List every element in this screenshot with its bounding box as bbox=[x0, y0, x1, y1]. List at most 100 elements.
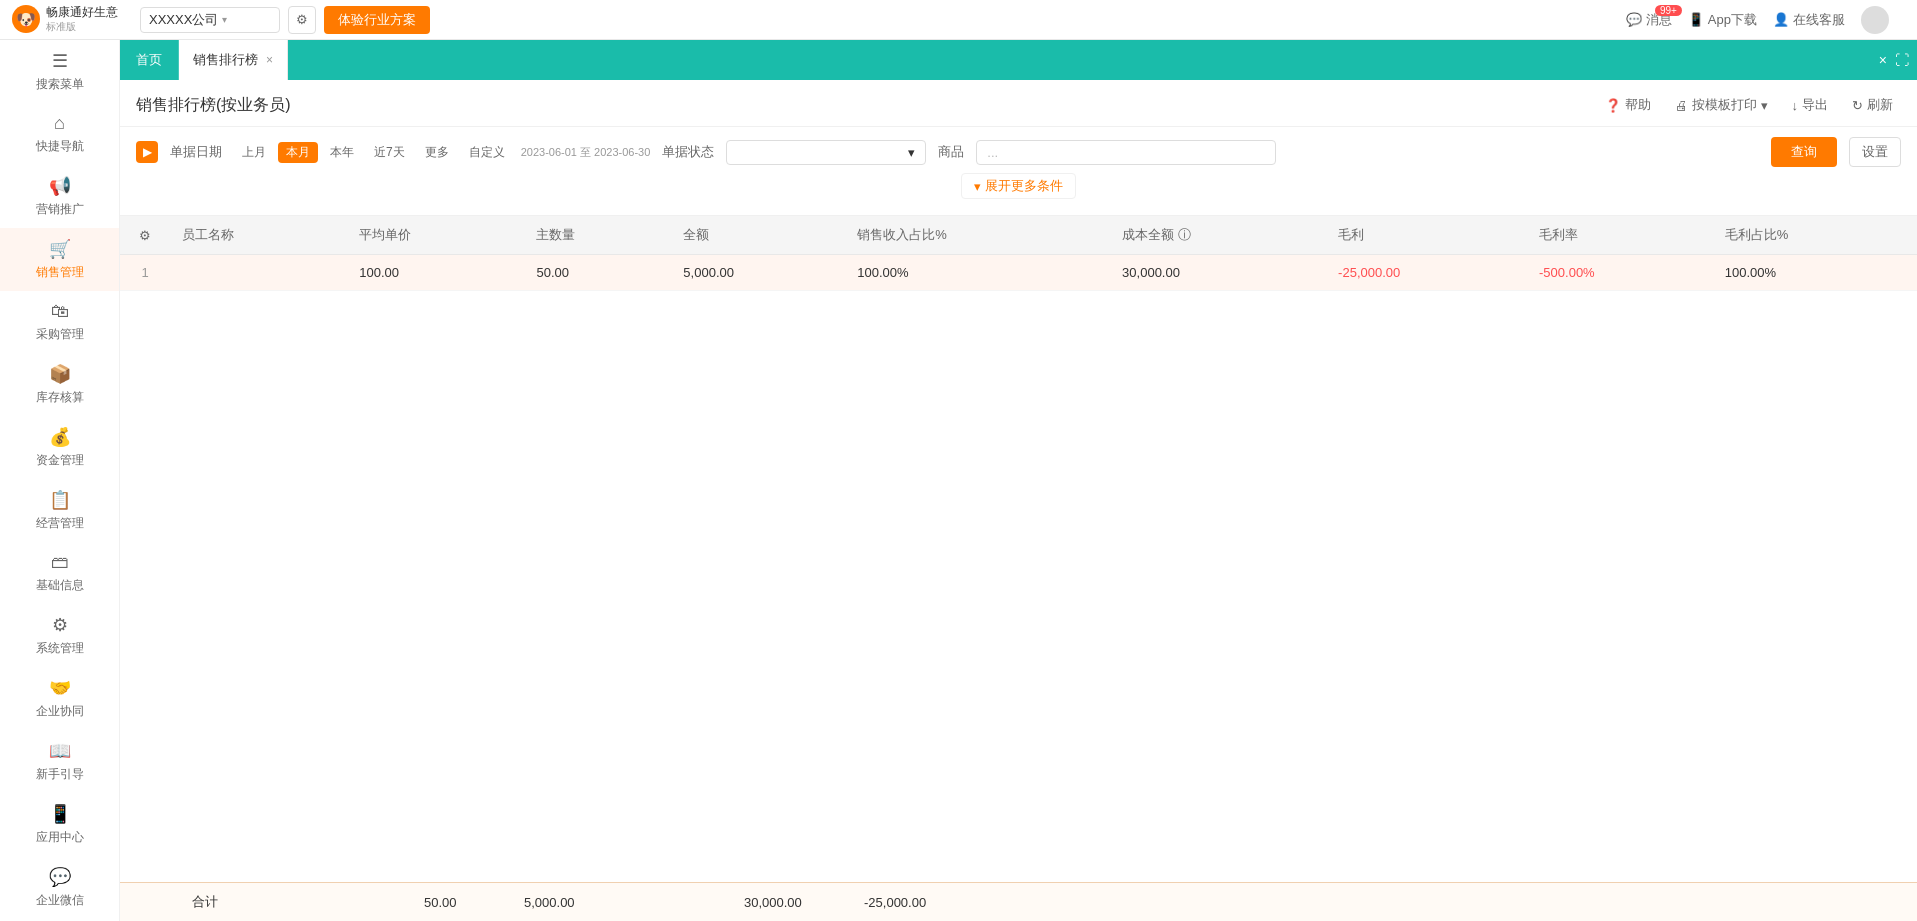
message-icon: 💬 bbox=[1626, 12, 1642, 27]
footer-spacer bbox=[632, 895, 732, 910]
sidebar-item-system[interactable]: ⚙ 系统管理 bbox=[0, 604, 119, 667]
date-tab-last-month[interactable]: 上月 bbox=[234, 142, 274, 163]
table-footer: 合计 50.00 5,000.00 30,000.00 -25,000.00 bbox=[120, 882, 1917, 921]
tab-home[interactable]: 首页 bbox=[120, 40, 179, 80]
main-content: 首页 销售排行榜 × × ⛶ 销售排行榜(按业务员) ❓ 帮助 🖨 按模 bbox=[120, 40, 1917, 921]
filter-row: ▶ 单据日期 上月 本月 本年 近7天 更多 自定义 2023-06-01 至 … bbox=[136, 137, 1901, 167]
sales-icon: 🛒 bbox=[49, 238, 71, 260]
footer-gross: -25,000.00 bbox=[852, 895, 938, 910]
logo-line1: 畅康通好生意 bbox=[46, 5, 118, 19]
collab-icon: 🤝 bbox=[49, 677, 71, 699]
sidebar-label-marketing: 营销推广 bbox=[36, 201, 84, 218]
company-selector[interactable]: XXXXX公司 ▾ bbox=[140, 7, 280, 33]
date-tab-7days[interactable]: 近7天 bbox=[366, 142, 413, 163]
sidebar-item-purchase[interactable]: 🛍 采购管理 bbox=[0, 291, 119, 353]
tab-home-label: 首页 bbox=[136, 51, 162, 69]
logo-icon: 🐶 bbox=[12, 5, 40, 33]
footer-cost: 30,000.00 bbox=[732, 895, 852, 910]
th-cost: 成本全额 ⓘ bbox=[1110, 216, 1326, 255]
print-button[interactable]: 🖨 按模板打印 ▾ bbox=[1667, 92, 1776, 118]
online-service-label: 在线客服 bbox=[1793, 11, 1845, 29]
company-name: XXXXX公司 bbox=[149, 11, 218, 29]
settings-icon-btn[interactable]: ⚙ bbox=[288, 6, 316, 34]
online-service-button[interactable]: 👤 在线客服 bbox=[1773, 11, 1845, 29]
sidebar-label-wechat: 企业微信 bbox=[36, 892, 84, 909]
th-settings[interactable]: ⚙ bbox=[120, 216, 170, 255]
logo-line2: 标准版 bbox=[46, 20, 118, 34]
td-gross-rate: -500.00% bbox=[1527, 255, 1713, 291]
date-tab-this-year[interactable]: 本年 bbox=[322, 142, 362, 163]
basics-icon: 🗃 bbox=[51, 552, 69, 573]
inventory-icon: 📦 bbox=[49, 363, 71, 385]
print-label: 按模板打印 bbox=[1692, 96, 1757, 114]
th-gross: 毛利 bbox=[1326, 216, 1527, 255]
message-badge: 99+ bbox=[1655, 5, 1682, 16]
export-icon: ↓ bbox=[1792, 98, 1799, 113]
message-button[interactable]: 💬 消息 99+ bbox=[1626, 11, 1672, 29]
date-tab-this-month[interactable]: 本月 bbox=[278, 142, 318, 163]
td-amount: 5,000.00 bbox=[671, 255, 845, 291]
filter-area: ▶ 单据日期 上月 本月 本年 近7天 更多 自定义 2023-06-01 至 … bbox=[120, 127, 1917, 216]
sidebar-label-guide: 新手引导 bbox=[36, 766, 84, 783]
td-avg-price: 100.00 bbox=[347, 255, 524, 291]
help-button[interactable]: ❓ 帮助 bbox=[1597, 92, 1659, 118]
sidebar-item-operations[interactable]: 📋 经营管理 bbox=[0, 479, 119, 542]
export-label: 导出 bbox=[1802, 96, 1828, 114]
window-max-icon[interactable]: ⛶ bbox=[1895, 52, 1909, 68]
td-employee bbox=[170, 255, 347, 291]
system-icon: ⚙ bbox=[52, 614, 68, 636]
sidebar-label-search: 搜索菜单 bbox=[36, 76, 84, 93]
print-chevron-icon: ▾ bbox=[1761, 98, 1768, 113]
sidebar-item-nav[interactable]: ⌂ 快捷导航 bbox=[0, 103, 119, 165]
app-download-button[interactable]: 📱 App下载 bbox=[1688, 11, 1757, 29]
date-filter-label: 单据日期 bbox=[170, 143, 222, 161]
operations-icon: 📋 bbox=[49, 489, 71, 511]
sidebar-item-inventory[interactable]: 📦 库存核算 bbox=[0, 353, 119, 416]
tab-sales-ranking[interactable]: 销售排行榜 × bbox=[179, 40, 288, 80]
th-gross-pct: 毛利占比% bbox=[1713, 216, 1917, 255]
goods-placeholder: ... bbox=[987, 145, 998, 160]
goods-filter-label: 商品 bbox=[938, 143, 964, 161]
service-icon: 👤 bbox=[1773, 12, 1789, 27]
refresh-label: 刷新 bbox=[1867, 96, 1893, 114]
th-revenue-pct: 销售收入占比% bbox=[845, 216, 1110, 255]
expand-filter-button[interactable]: ▶ bbox=[136, 141, 158, 163]
td-cost: 30,000.00 bbox=[1110, 255, 1326, 291]
status-select[interactable]: ▾ bbox=[726, 140, 926, 165]
sidebar-item-search[interactable]: ☰ 搜索菜单 bbox=[0, 40, 119, 103]
sidebar-item-basics[interactable]: 🗃 基础信息 bbox=[0, 542, 119, 604]
th-qty: 主数量 bbox=[524, 216, 671, 255]
export-button[interactable]: ↓ 导出 bbox=[1784, 92, 1837, 118]
footer-cols: 50.00 5,000.00 30,000.00 -25,000.00 bbox=[412, 895, 1905, 910]
table-header: ⚙ 员工名称 平均单价 主数量 全额 bbox=[120, 216, 1917, 255]
date-tab-more[interactable]: 更多 bbox=[417, 142, 457, 163]
sidebar-item-apps[interactable]: 📱 应用中心 bbox=[0, 793, 119, 856]
footer-label: 合计 bbox=[132, 893, 412, 911]
date-tab-custom[interactable]: 自定义 bbox=[461, 142, 513, 163]
refresh-button[interactable]: ↻ 刷新 bbox=[1844, 92, 1901, 118]
goods-select[interactable]: ... bbox=[976, 140, 1276, 165]
sidebar-label-system: 系统管理 bbox=[36, 640, 84, 657]
sidebar-item-sales[interactable]: 🛒 销售管理 bbox=[0, 228, 119, 291]
page-header: 销售排行榜(按业务员) ❓ 帮助 🖨 按模板打印 ▾ ↓ 导出 ↻ 刷新 bbox=[120, 80, 1917, 127]
settings-filter-button[interactable]: 设置 bbox=[1849, 137, 1901, 167]
query-button[interactable]: 查询 bbox=[1771, 137, 1837, 167]
date-tabs: 上月 本月 本年 近7天 更多 自定义 2023-06-01 至 2023-06… bbox=[234, 142, 650, 163]
tab-close-icon[interactable]: × bbox=[266, 53, 273, 67]
avatar[interactable] bbox=[1861, 6, 1889, 34]
sidebar-item-finance[interactable]: 💰 资金管理 bbox=[0, 416, 119, 479]
sidebar-item-guide[interactable]: 📖 新手引导 bbox=[0, 730, 119, 793]
sidebar-label-nav: 快捷导航 bbox=[36, 138, 84, 155]
status-chevron-icon: ▾ bbox=[908, 145, 915, 160]
sidebar-item-collab[interactable]: 🤝 企业协同 bbox=[0, 667, 119, 730]
expand-more-button[interactable]: ▾ 展开更多条件 bbox=[961, 173, 1076, 199]
sidebar-item-wechat[interactable]: 💬 企业微信 bbox=[0, 856, 119, 919]
sidebar-label-finance: 资金管理 bbox=[36, 452, 84, 469]
gear-icon: ⚙ bbox=[296, 12, 308, 27]
top-bar: 🐶 畅康通好生意 标准版 XXXXX公司 ▾ ⚙ 体验行业方案 💬 消息 99+… bbox=[0, 0, 1917, 40]
window-close-icon[interactable]: × bbox=[1879, 52, 1887, 68]
expand-more-label: 展开更多条件 bbox=[985, 177, 1063, 195]
sidebar-item-marketing[interactable]: 📢 营销推广 bbox=[0, 165, 119, 228]
industry-button[interactable]: 体验行业方案 bbox=[324, 6, 430, 34]
app-download-label: App下载 bbox=[1708, 11, 1757, 29]
